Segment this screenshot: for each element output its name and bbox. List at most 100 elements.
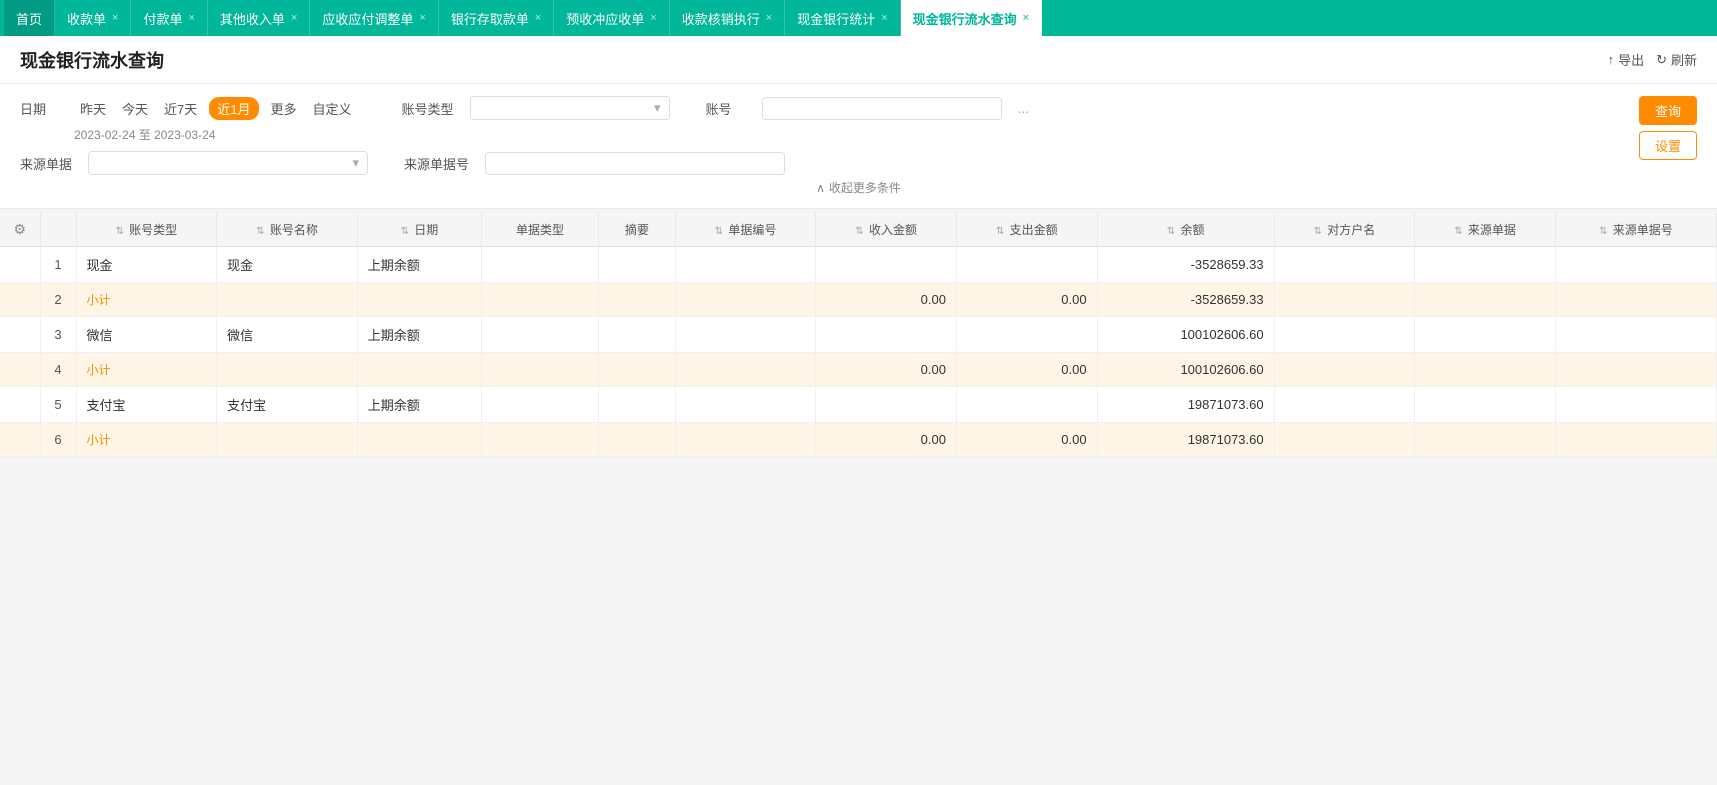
- nav-tab-5[interactable]: 预收冲应收单 ×: [554, 0, 669, 36]
- page-header: 现金银行流水查询 ↑ 导出 ↻ 刷新: [0, 36, 1717, 84]
- table-row[interactable]: 2小计0.000.00-3528659.33: [0, 283, 1717, 317]
- th-gear[interactable]: ⚙: [0, 213, 40, 247]
- query-button[interactable]: 查询: [1639, 96, 1697, 125]
- nav-tab-6[interactable]: 收款核销执行 ×: [670, 0, 785, 36]
- close-icon-5[interactable]: ×: [650, 12, 656, 24]
- td-cell: [1274, 283, 1415, 317]
- td-checkbox[interactable]: [0, 353, 40, 387]
- td-cell: [1555, 387, 1716, 423]
- th-source-doc[interactable]: ⇅ 来源单据: [1415, 213, 1556, 247]
- td-cell: 小计: [76, 353, 217, 387]
- td-cell: [816, 387, 957, 423]
- td-cell: [1274, 353, 1415, 387]
- date-opt-custom[interactable]: 自定义: [309, 97, 356, 120]
- close-icon-7[interactable]: ×: [881, 12, 887, 24]
- td-cell: [481, 247, 598, 283]
- td-checkbox[interactable]: [0, 423, 40, 457]
- th-account-type-label: 账号类型: [129, 223, 177, 237]
- nav-tab-label-1: 付款单: [143, 9, 182, 28]
- th-account-name[interactable]: ⇅ 账号名称: [217, 213, 358, 247]
- th-doc-no[interactable]: ⇅ 单据编号: [675, 213, 816, 247]
- nav-tab-0[interactable]: 收款单 ×: [55, 0, 131, 36]
- th-balance[interactable]: ⇅ 余额: [1097, 213, 1274, 247]
- collapse-bar[interactable]: ∧ 收起更多条件: [20, 179, 1697, 196]
- td-checkbox[interactable]: [0, 247, 40, 283]
- source-doc-no-label: 来源单据号: [404, 154, 469, 173]
- td-cell: 支付宝: [76, 387, 217, 423]
- account-more-icon[interactable]: ...: [1018, 100, 1030, 116]
- close-icon-1[interactable]: ×: [188, 12, 194, 24]
- table-row[interactable]: 5支付宝支付宝上期余额19871073.60: [0, 387, 1717, 423]
- header-actions: ↑ 导出 ↻ 刷新: [1608, 50, 1697, 69]
- account-type-select[interactable]: ▾: [470, 96, 670, 120]
- close-icon-4[interactable]: ×: [535, 12, 541, 24]
- refresh-button[interactable]: ↻ 刷新: [1656, 50, 1697, 69]
- source-doc-select[interactable]: ▾: [88, 151, 368, 175]
- td-cell: [675, 423, 816, 457]
- nav-tab-label-6: 收款核销执行: [682, 9, 760, 28]
- close-icon-6[interactable]: ×: [766, 12, 772, 24]
- page-title: 现金银行流水查询: [20, 47, 164, 73]
- table-header-row: ⚙ ⇅ 账号类型 ⇅ 账号名称 ⇅ 日期 单据类型: [0, 213, 1717, 247]
- export-button[interactable]: ↑ 导出: [1608, 50, 1645, 69]
- top-nav: 首页 收款单 × 付款单 × 其他收入单 × 应收应付调整单 × 银行存取款单 …: [0, 0, 1717, 36]
- nav-tab-8[interactable]: 现金银行流水查询 ×: [901, 0, 1042, 36]
- nav-tab-3[interactable]: 应收应付调整单 ×: [310, 0, 438, 36]
- td-checkbox[interactable]: [0, 317, 40, 353]
- nav-home[interactable]: 首页: [4, 0, 55, 36]
- account-input[interactable]: [762, 97, 1002, 120]
- date-opt-more[interactable]: 更多: [267, 97, 301, 120]
- td-cell: [1274, 387, 1415, 423]
- td-cell: 6: [40, 423, 76, 457]
- th-seq: [40, 213, 76, 247]
- th-date[interactable]: ⇅ 日期: [357, 213, 481, 247]
- th-counterpart[interactable]: ⇅ 对方户名: [1274, 213, 1415, 247]
- date-opt-7days[interactable]: 近7天: [160, 97, 201, 120]
- th-account-type[interactable]: ⇅ 账号类型: [76, 213, 217, 247]
- td-cell: [956, 317, 1097, 353]
- td-cell: 上期余额: [357, 317, 481, 353]
- td-checkbox[interactable]: [0, 283, 40, 317]
- nav-tab-4[interactable]: 银行存取款单 ×: [439, 0, 554, 36]
- th-expense[interactable]: ⇅ 支出金额: [956, 213, 1097, 247]
- date-opt-today[interactable]: 今天: [118, 97, 152, 120]
- close-icon-8[interactable]: ×: [1023, 12, 1029, 24]
- settings-button[interactable]: 设置: [1639, 131, 1697, 160]
- table-row[interactable]: 6小计0.000.0019871073.60: [0, 423, 1717, 457]
- table-row[interactable]: 1现金现金上期余额-3528659.33: [0, 247, 1717, 283]
- td-cell: 上期余额: [357, 387, 481, 423]
- date-filter-label: 日期: [20, 99, 60, 118]
- td-cell: [1274, 317, 1415, 353]
- th-source-doc-no[interactable]: ⇅ 来源单据号: [1555, 213, 1716, 247]
- td-cell: [1415, 387, 1556, 423]
- date-opt-1month[interactable]: 近1月: [209, 97, 258, 120]
- nav-tab-7[interactable]: 现金银行统计 ×: [785, 0, 900, 36]
- close-icon-2[interactable]: ×: [291, 12, 297, 24]
- td-cell: 2: [40, 283, 76, 317]
- td-cell: [675, 387, 816, 423]
- td-cell: 现金: [76, 247, 217, 283]
- td-cell: 3: [40, 317, 76, 353]
- th-income[interactable]: ⇅ 收入金额: [816, 213, 957, 247]
- td-cell: [1415, 317, 1556, 353]
- table-row[interactable]: 3微信微信上期余额100102606.60: [0, 317, 1717, 353]
- filter-row-1: 日期 昨天 今天 近7天 近1月 更多 自定义 账号类型 ▾ 账号 ...: [20, 96, 1639, 120]
- td-cell: 19871073.60: [1097, 423, 1274, 457]
- close-icon-3[interactable]: ×: [419, 12, 425, 24]
- account-label: 账号: [706, 99, 746, 118]
- td-checkbox[interactable]: [0, 387, 40, 423]
- td-cell: [816, 247, 957, 283]
- td-cell: 0.00: [816, 353, 957, 387]
- nav-tab-1[interactable]: 付款单 ×: [131, 0, 207, 36]
- td-cell: [357, 283, 481, 317]
- th-doc-type: 单据类型: [481, 213, 598, 247]
- td-cell: [675, 317, 816, 353]
- td-cell: [1274, 247, 1415, 283]
- nav-tab-2[interactable]: 其他收入单 ×: [208, 0, 310, 36]
- table-row[interactable]: 4小计0.000.00100102606.60: [0, 353, 1717, 387]
- close-icon-0[interactable]: ×: [112, 12, 118, 24]
- source-doc-no-input[interactable]: [485, 152, 785, 175]
- td-cell: [599, 423, 676, 457]
- td-cell: 微信: [76, 317, 217, 353]
- date-opt-yesterday[interactable]: 昨天: [76, 97, 110, 120]
